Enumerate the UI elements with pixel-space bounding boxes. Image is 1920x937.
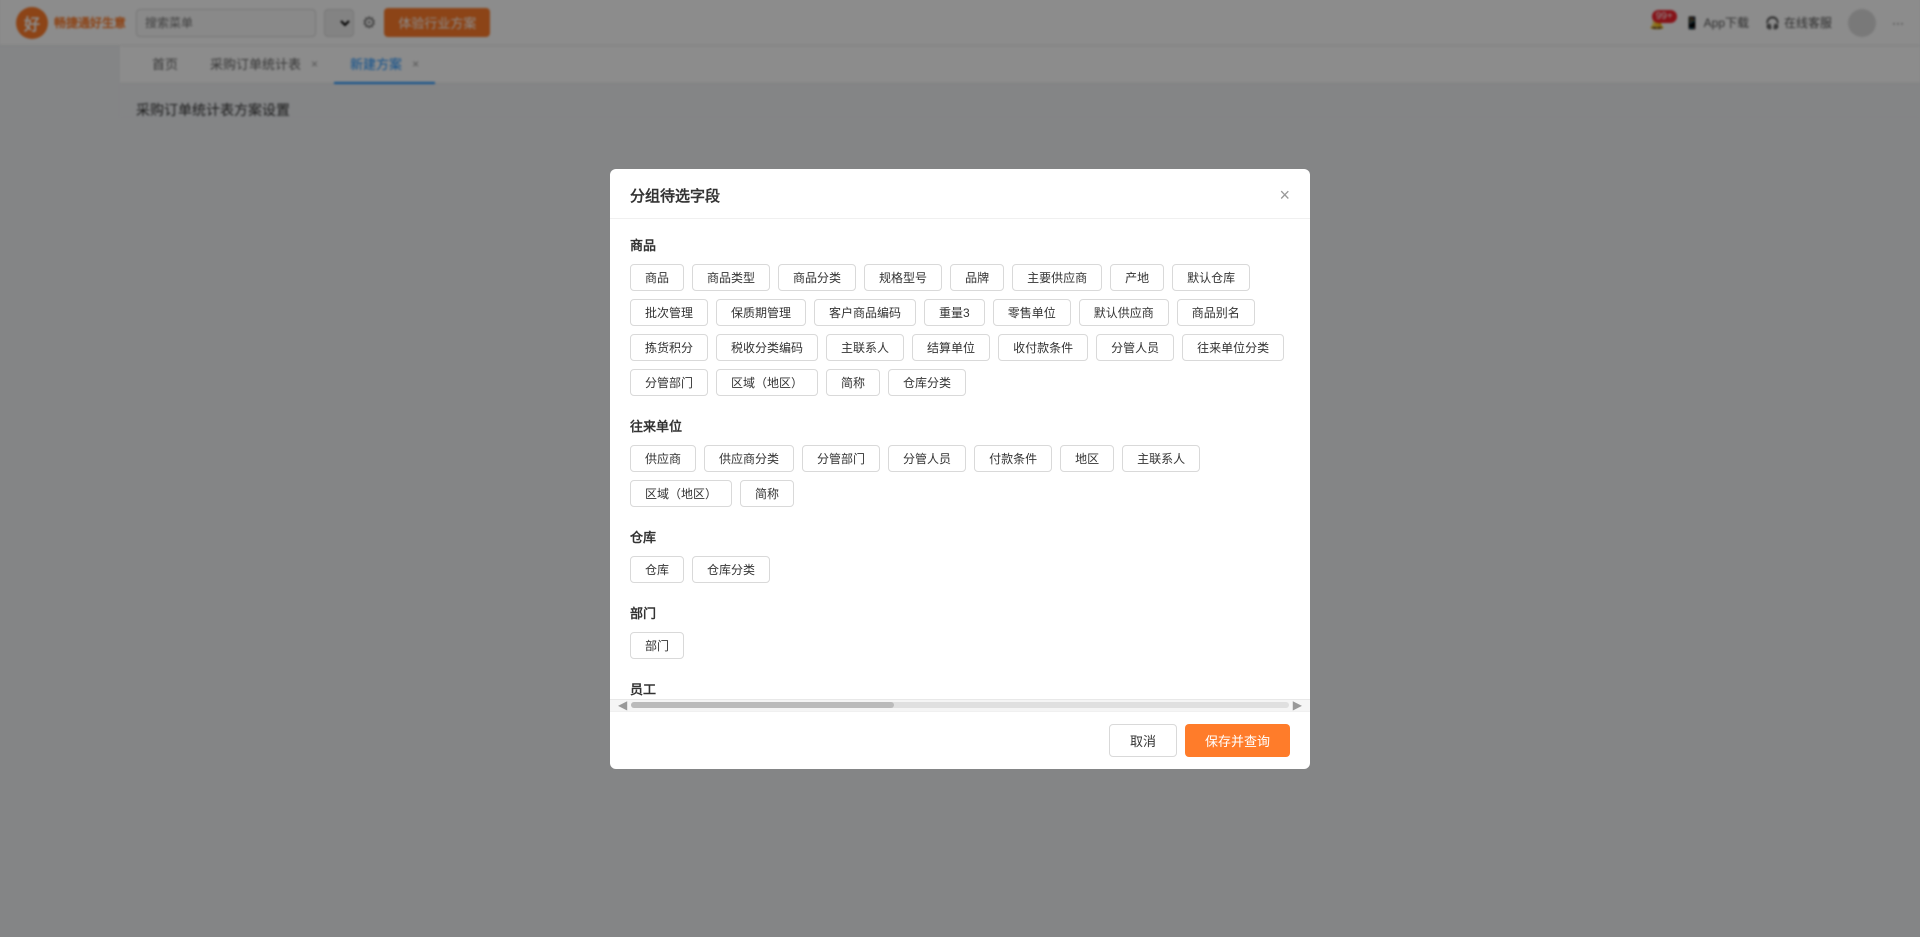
tag-partner-3[interactable]: 分管人员 — [888, 445, 966, 472]
tag-product-8[interactable]: 批次管理 — [630, 299, 708, 326]
modal-footer: 取消 保存并查询 — [610, 711, 1310, 769]
section-partner: 往来单位 供应商 供应商分类 分管部门 分管人员 付款条件 地区 主联系人 区域… — [630, 416, 1290, 507]
tag-partner-4[interactable]: 付款条件 — [974, 445, 1052, 472]
modal-horizontal-scrollbar[interactable]: ◀ ▶ — [610, 699, 1310, 711]
tag-product-20[interactable]: 分管人员 — [1096, 334, 1174, 361]
tag-warehouse-1[interactable]: 仓库分类 — [692, 556, 770, 583]
tag-product-1[interactable]: 商品类型 — [692, 264, 770, 291]
tag-product-6[interactable]: 产地 — [1110, 264, 1164, 291]
section-dept-title: 部门 — [630, 603, 1290, 622]
section-dept: 部门 部门 — [630, 603, 1290, 659]
tag-product-12[interactable]: 零售单位 — [993, 299, 1071, 326]
tag-partner-0[interactable]: 供应商 — [630, 445, 696, 472]
tag-product-9[interactable]: 保质期管理 — [716, 299, 806, 326]
modal-close-button[interactable]: × — [1279, 186, 1290, 204]
section-partner-tags: 供应商 供应商分类 分管部门 分管人员 付款条件 地区 主联系人 区域（地区） … — [630, 445, 1290, 507]
tag-warehouse-0[interactable]: 仓库 — [630, 556, 684, 583]
tag-partner-2[interactable]: 分管部门 — [802, 445, 880, 472]
tag-product-14[interactable]: 商品别名 — [1177, 299, 1255, 326]
tag-product-21[interactable]: 往来单位分类 — [1182, 334, 1284, 361]
scroll-track[interactable] — [631, 702, 1289, 708]
section-product: 商品 商品 商品类型 商品分类 规格型号 品牌 主要供应商 产地 默认仓库 批次… — [630, 235, 1290, 396]
tag-product-18[interactable]: 结算单位 — [912, 334, 990, 361]
tag-product-15[interactable]: 拣货积分 — [630, 334, 708, 361]
modal-title: 分组待选字段 — [630, 185, 720, 206]
tag-partner-1[interactable]: 供应商分类 — [704, 445, 794, 472]
section-warehouse-tags: 仓库 仓库分类 — [630, 556, 1290, 583]
tag-partner-6[interactable]: 主联系人 — [1122, 445, 1200, 472]
modal-body: 商品 商品 商品类型 商品分类 规格型号 品牌 主要供应商 产地 默认仓库 批次… — [610, 219, 1310, 699]
section-employee: 员工 业务员 — [630, 679, 1290, 699]
section-dept-tags: 部门 — [630, 632, 1290, 659]
tag-product-7[interactable]: 默认仓库 — [1172, 264, 1250, 291]
tag-product-19[interactable]: 收付款条件 — [998, 334, 1088, 361]
tag-product-3[interactable]: 规格型号 — [864, 264, 942, 291]
section-product-tags: 商品 商品类型 商品分类 规格型号 品牌 主要供应商 产地 默认仓库 批次管理 … — [630, 264, 1290, 396]
tag-product-2[interactable]: 商品分类 — [778, 264, 856, 291]
tag-product-17[interactable]: 主联系人 — [826, 334, 904, 361]
section-warehouse-title: 仓库 — [630, 527, 1290, 546]
tag-partner-7[interactable]: 区域（地区） — [630, 480, 732, 507]
tag-dept-0[interactable]: 部门 — [630, 632, 684, 659]
tag-product-24[interactable]: 简称 — [826, 369, 880, 396]
tag-partner-8[interactable]: 简称 — [740, 480, 794, 507]
tag-product-5[interactable]: 主要供应商 — [1012, 264, 1102, 291]
section-employee-title: 员工 — [630, 679, 1290, 698]
section-warehouse: 仓库 仓库 仓库分类 — [630, 527, 1290, 583]
tag-product-25[interactable]: 仓库分类 — [888, 369, 966, 396]
modal-header: 分组待选字段 × — [610, 169, 1310, 219]
tag-product-10[interactable]: 客户商品编码 — [814, 299, 916, 326]
tag-product-16[interactable]: 税收分类编码 — [716, 334, 818, 361]
modal-overlay: 分组待选字段 × 商品 商品 商品类型 商品分类 规格型号 品牌 主要供应商 产… — [0, 0, 1920, 937]
scroll-thumb — [631, 702, 894, 708]
section-partner-title: 往来单位 — [630, 416, 1290, 435]
cancel-button[interactable]: 取消 — [1109, 724, 1177, 757]
tag-product-11[interactable]: 重量3 — [924, 299, 985, 326]
tag-product-13[interactable]: 默认供应商 — [1079, 299, 1169, 326]
modal: 分组待选字段 × 商品 商品 商品类型 商品分类 规格型号 品牌 主要供应商 产… — [610, 169, 1310, 769]
tag-partner-5[interactable]: 地区 — [1060, 445, 1114, 472]
tag-product-22[interactable]: 分管部门 — [630, 369, 708, 396]
section-product-title: 商品 — [630, 235, 1290, 254]
tag-product-0[interactable]: 商品 — [630, 264, 684, 291]
save-button[interactable]: 保存并查询 — [1185, 724, 1290, 757]
tag-product-23[interactable]: 区域（地区） — [716, 369, 818, 396]
tag-product-4[interactable]: 品牌 — [950, 264, 1004, 291]
